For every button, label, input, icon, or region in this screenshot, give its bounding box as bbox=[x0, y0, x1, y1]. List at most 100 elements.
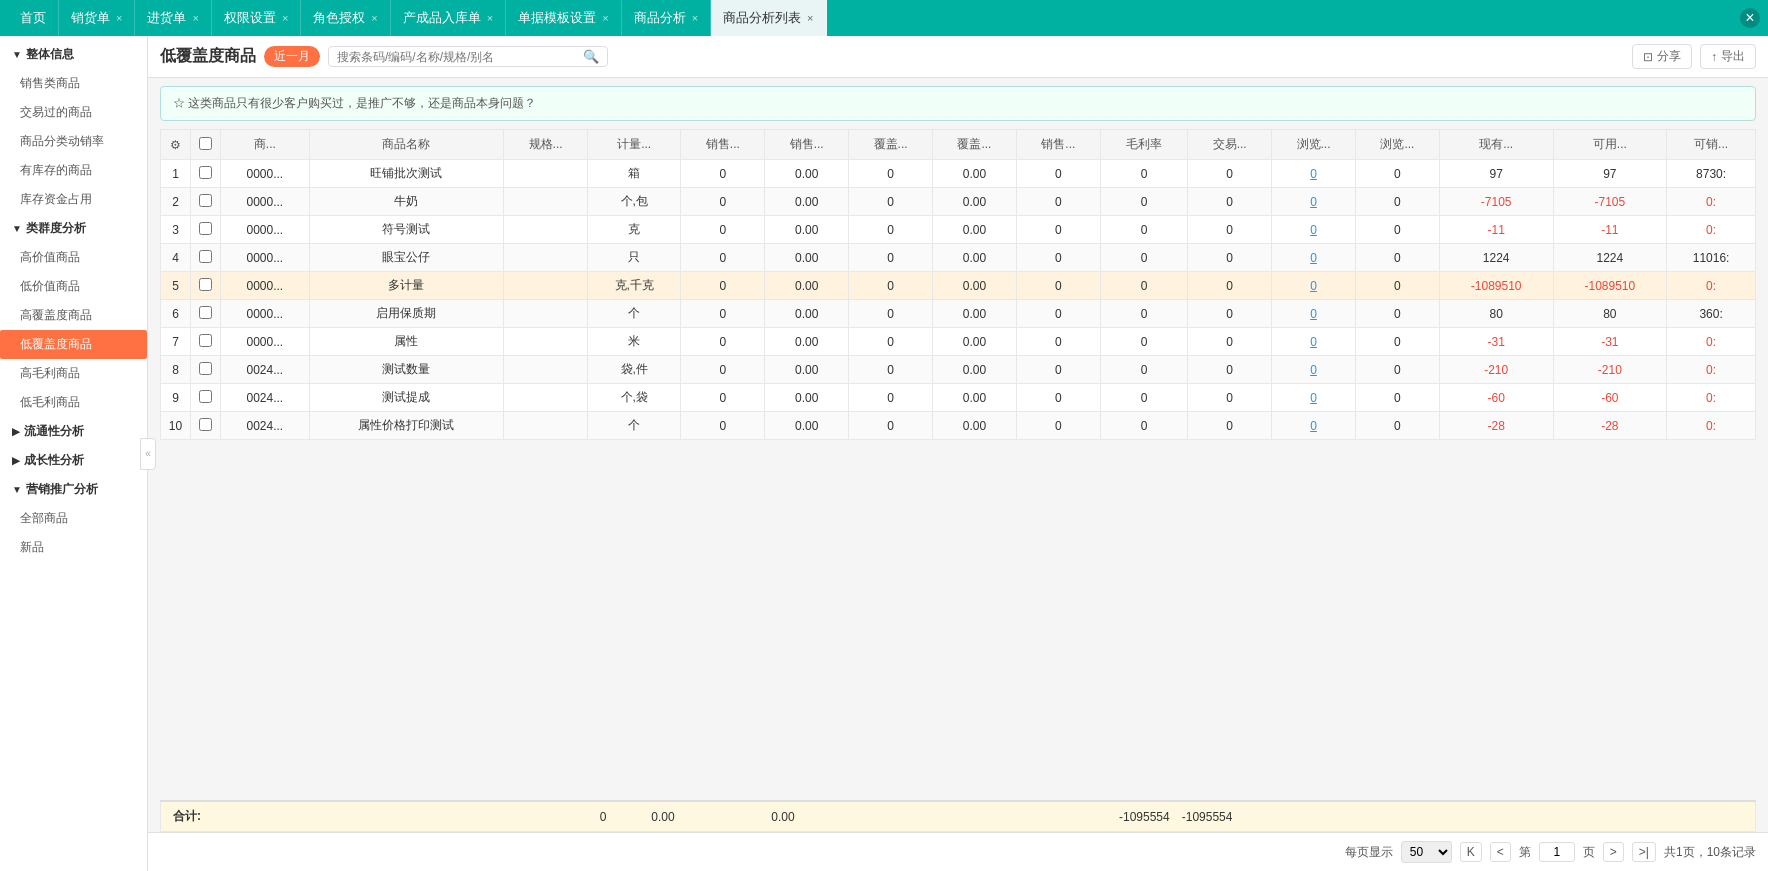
sidebar-item-stocked-products[interactable]: 有库存的商品 bbox=[0, 156, 147, 185]
sidebar-item-traded-products[interactable]: 交易过的商品 bbox=[0, 98, 147, 127]
sidebar-item-sales-products[interactable]: 销售类商品 bbox=[0, 69, 147, 98]
sidebar-item-low-profit[interactable]: 低毛利商品 bbox=[0, 388, 147, 417]
table-cell: -1089510 bbox=[1439, 272, 1553, 300]
col-code[interactable]: 商... bbox=[221, 130, 310, 160]
sidebar-section-liquidity[interactable]: ▶ 流通性分析 bbox=[0, 417, 147, 446]
row-checkbox[interactable] bbox=[199, 194, 212, 207]
col-cover1[interactable]: 覆盖... bbox=[849, 130, 933, 160]
col-unit[interactable]: 计量... bbox=[588, 130, 681, 160]
nav-purchase-order[interactable]: 进货单 × bbox=[135, 0, 211, 36]
sidebar-item-low-value[interactable]: 低价值商品 bbox=[0, 272, 147, 301]
col-checkbox[interactable] bbox=[191, 130, 221, 160]
nav-template-settings[interactable]: 单据模板设置 × bbox=[506, 0, 621, 36]
browse-link[interactable]: 0 bbox=[1310, 391, 1317, 405]
table-cell: 启用保质期 bbox=[309, 300, 503, 328]
col-spec[interactable]: 规格... bbox=[504, 130, 588, 160]
table-cell bbox=[191, 300, 221, 328]
nav-role-auth[interactable]: 角色授权 × bbox=[301, 0, 390, 36]
next-page-button[interactable]: > bbox=[1603, 842, 1624, 862]
first-page-button[interactable]: K bbox=[1460, 842, 1482, 862]
current-page-input[interactable] bbox=[1539, 842, 1575, 862]
col-sales1[interactable]: 销售... bbox=[681, 130, 765, 160]
close-icon[interactable]: × bbox=[692, 12, 698, 24]
browse-link[interactable]: 0 bbox=[1310, 195, 1317, 209]
close-icon[interactable]: × bbox=[116, 12, 122, 24]
table-cell: 9 bbox=[161, 384, 191, 412]
browse-link[interactable]: 0 bbox=[1310, 363, 1317, 377]
col-trade[interactable]: 交易... bbox=[1188, 130, 1272, 160]
sidebar-item-inventory-capital[interactable]: 库存资金占用 bbox=[0, 185, 147, 214]
table-wrapper[interactable]: ⚙ 商... 商品名称 规格... 计量... 销售... 销售... 覆盖..… bbox=[160, 129, 1756, 800]
col-profit[interactable]: 毛利率 bbox=[1100, 130, 1187, 160]
sidebar-item-all-products[interactable]: 全部商品 bbox=[0, 504, 147, 533]
row-checkbox[interactable] bbox=[199, 334, 212, 347]
nav-product-storage[interactable]: 产成品入库单 × bbox=[391, 0, 506, 36]
col-browse2[interactable]: 浏览... bbox=[1355, 130, 1439, 160]
browse-link[interactable]: 0 bbox=[1310, 167, 1317, 181]
per-page-select[interactable]: 50 100 200 bbox=[1401, 841, 1452, 863]
sidebar-item-new-products[interactable]: 新品 bbox=[0, 533, 147, 562]
sidebar-section-marketing[interactable]: ▼ 营销推广分析 bbox=[0, 475, 147, 504]
prev-page-button[interactable]: < bbox=[1490, 842, 1511, 862]
row-checkbox[interactable] bbox=[199, 278, 212, 291]
sidebar-item-high-coverage[interactable]: 高覆盖度商品 bbox=[0, 301, 147, 330]
nav-product-analysis-list[interactable]: 商品分析列表 × bbox=[711, 0, 826, 36]
sidebar-item-high-value[interactable]: 高价值商品 bbox=[0, 243, 147, 272]
table-cell: 0.00 bbox=[933, 244, 1017, 272]
table-cell: 0 bbox=[1188, 328, 1272, 356]
table-cell: 0 bbox=[1188, 300, 1272, 328]
export-button[interactable]: ↑ 导出 bbox=[1700, 44, 1756, 69]
table-cell: 眼宝公仔 bbox=[309, 244, 503, 272]
table-cell: 0 bbox=[1272, 216, 1356, 244]
col-settings[interactable]: ⚙ bbox=[161, 130, 191, 160]
sidebar-section-growth[interactable]: ▶ 成长性分析 bbox=[0, 446, 147, 475]
row-checkbox[interactable] bbox=[199, 166, 212, 179]
select-all-checkbox[interactable] bbox=[199, 137, 212, 150]
row-checkbox[interactable] bbox=[199, 222, 212, 235]
row-checkbox[interactable] bbox=[199, 250, 212, 263]
period-button[interactable]: 近一月 bbox=[264, 46, 320, 67]
row-checkbox[interactable] bbox=[199, 306, 212, 319]
browse-link[interactable]: 0 bbox=[1310, 251, 1317, 265]
browse-link[interactable]: 0 bbox=[1310, 307, 1317, 321]
table-cell: -31 bbox=[1553, 328, 1667, 356]
col-browse1[interactable]: 浏览... bbox=[1272, 130, 1356, 160]
browse-link[interactable]: 0 bbox=[1310, 335, 1317, 349]
nav-sales-order[interactable]: 销货单 × bbox=[59, 0, 135, 36]
close-icon[interactable]: × bbox=[282, 12, 288, 24]
footer-label: 合计: bbox=[173, 808, 201, 825]
col-sales3[interactable]: 销售... bbox=[1016, 130, 1100, 160]
nav-home[interactable]: 首页 bbox=[8, 0, 59, 36]
nav-permissions[interactable]: 权限设置 × bbox=[212, 0, 301, 36]
close-icon[interactable]: × bbox=[192, 12, 198, 24]
nav-product-analysis[interactable]: 商品分析 × bbox=[622, 0, 711, 36]
col-available[interactable]: 可用... bbox=[1553, 130, 1667, 160]
row-checkbox[interactable] bbox=[199, 418, 212, 431]
search-input[interactable] bbox=[337, 50, 583, 64]
last-page-button[interactable]: >| bbox=[1632, 842, 1656, 862]
table-cell: 0.00 bbox=[765, 244, 849, 272]
close-icon[interactable]: × bbox=[807, 12, 813, 24]
close-all-button[interactable]: × bbox=[1740, 8, 1760, 28]
browse-link[interactable]: 0 bbox=[1310, 419, 1317, 433]
close-icon[interactable]: × bbox=[487, 12, 493, 24]
browse-link[interactable]: 0 bbox=[1310, 223, 1317, 237]
sidebar-collapse-button[interactable]: « bbox=[140, 438, 156, 470]
sidebar-item-low-coverage[interactable]: 低覆盖度商品 bbox=[0, 330, 147, 359]
table-cell: 0 bbox=[1100, 356, 1187, 384]
share-button[interactable]: ⊡ 分享 bbox=[1632, 44, 1692, 69]
sidebar-item-high-profit[interactable]: 高毛利商品 bbox=[0, 359, 147, 388]
col-cover2[interactable]: 覆盖... bbox=[933, 130, 1017, 160]
sidebar-section-overall[interactable]: ▼ 整体信息 bbox=[0, 40, 147, 69]
close-icon[interactable]: × bbox=[371, 12, 377, 24]
col-current[interactable]: 现有... bbox=[1439, 130, 1553, 160]
browse-link[interactable]: 0 bbox=[1310, 279, 1317, 293]
sidebar-section-cluster[interactable]: ▼ 类群度分析 bbox=[0, 214, 147, 243]
row-checkbox[interactable] bbox=[199, 362, 212, 375]
col-saleable[interactable]: 可销... bbox=[1667, 130, 1756, 160]
row-checkbox[interactable] bbox=[199, 390, 212, 403]
close-icon[interactable]: × bbox=[602, 12, 608, 24]
col-sales2[interactable]: 销售... bbox=[765, 130, 849, 160]
col-name[interactable]: 商品名称 bbox=[309, 130, 503, 160]
sidebar-item-category-turnover[interactable]: 商品分类动销率 bbox=[0, 127, 147, 156]
